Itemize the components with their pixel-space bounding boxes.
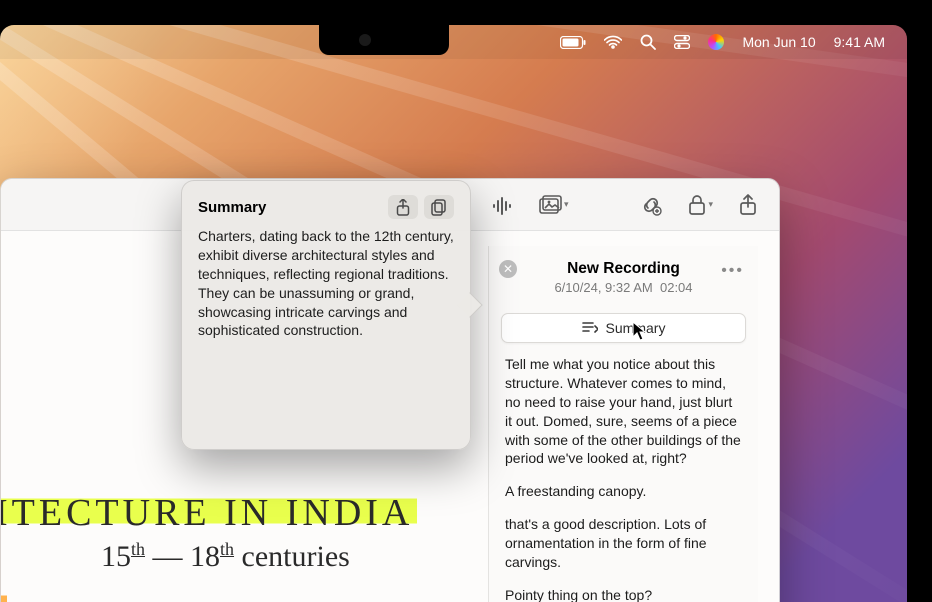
summary-button[interactable]: Summary — [501, 313, 746, 343]
summary-icon — [582, 321, 598, 335]
transcript-line: Pointy thing on the top? — [505, 586, 742, 602]
lock-button[interactable]: ▾ — [688, 194, 713, 216]
close-icon[interactable]: ✕ — [499, 260, 517, 278]
summary-popover: Summary Charters, dating back to the 12t… — [181, 180, 471, 450]
popover-body: Charters, dating back to the 12th centur… — [198, 227, 454, 340]
handwritten-subtitle: 15th — 18th centuries — [101, 539, 350, 574]
link-button[interactable] — [640, 194, 662, 216]
control-center-icon[interactable] — [674, 35, 690, 49]
notch — [319, 25, 449, 55]
chevron-down-icon: ▾ — [708, 199, 713, 210]
transcript-line: A freestanding canopy. — [505, 482, 742, 501]
popover-copy-button[interactable] — [424, 195, 454, 219]
recording-title: New Recording — [503, 260, 744, 278]
mouse-cursor — [632, 321, 648, 341]
recording-panel: ✕ ••• New Recording 6/10/24, 9:32 AM 02:… — [488, 246, 758, 602]
spotlight-icon[interactable] — [640, 34, 656, 50]
more-icon[interactable]: ••• — [721, 262, 744, 280]
siri-icon[interactable] — [708, 34, 724, 50]
handwritten-title: ITECTURE IN INDIA — [1, 491, 417, 535]
images-button[interactable]: ▾ — [538, 195, 569, 215]
popover-title: Summary — [198, 199, 382, 216]
chevron-down-icon: ▾ — [564, 199, 569, 210]
transcript[interactable]: Tell me what you notice about this struc… — [489, 355, 758, 602]
menu-bar: Mon Jun 10 9:41 AM — [0, 25, 907, 59]
battery-icon[interactable] — [560, 36, 586, 49]
transcript-line: Tell me what you notice about this struc… — [505, 355, 742, 468]
recording-meta: 6/10/24, 9:32 AM 02:04 — [503, 280, 744, 295]
popover-share-button[interactable] — [388, 195, 418, 219]
audio-button[interactable] — [490, 194, 512, 216]
menubar-time[interactable]: 9:41 AM — [834, 34, 885, 50]
handwritten-line — [1, 591, 7, 602]
share-button[interactable] — [739, 194, 757, 216]
wifi-icon[interactable] — [604, 35, 622, 49]
transcript-line: that's a good description. Lots of ornam… — [505, 515, 742, 572]
menubar-date[interactable]: Mon Jun 10 — [742, 34, 815, 50]
